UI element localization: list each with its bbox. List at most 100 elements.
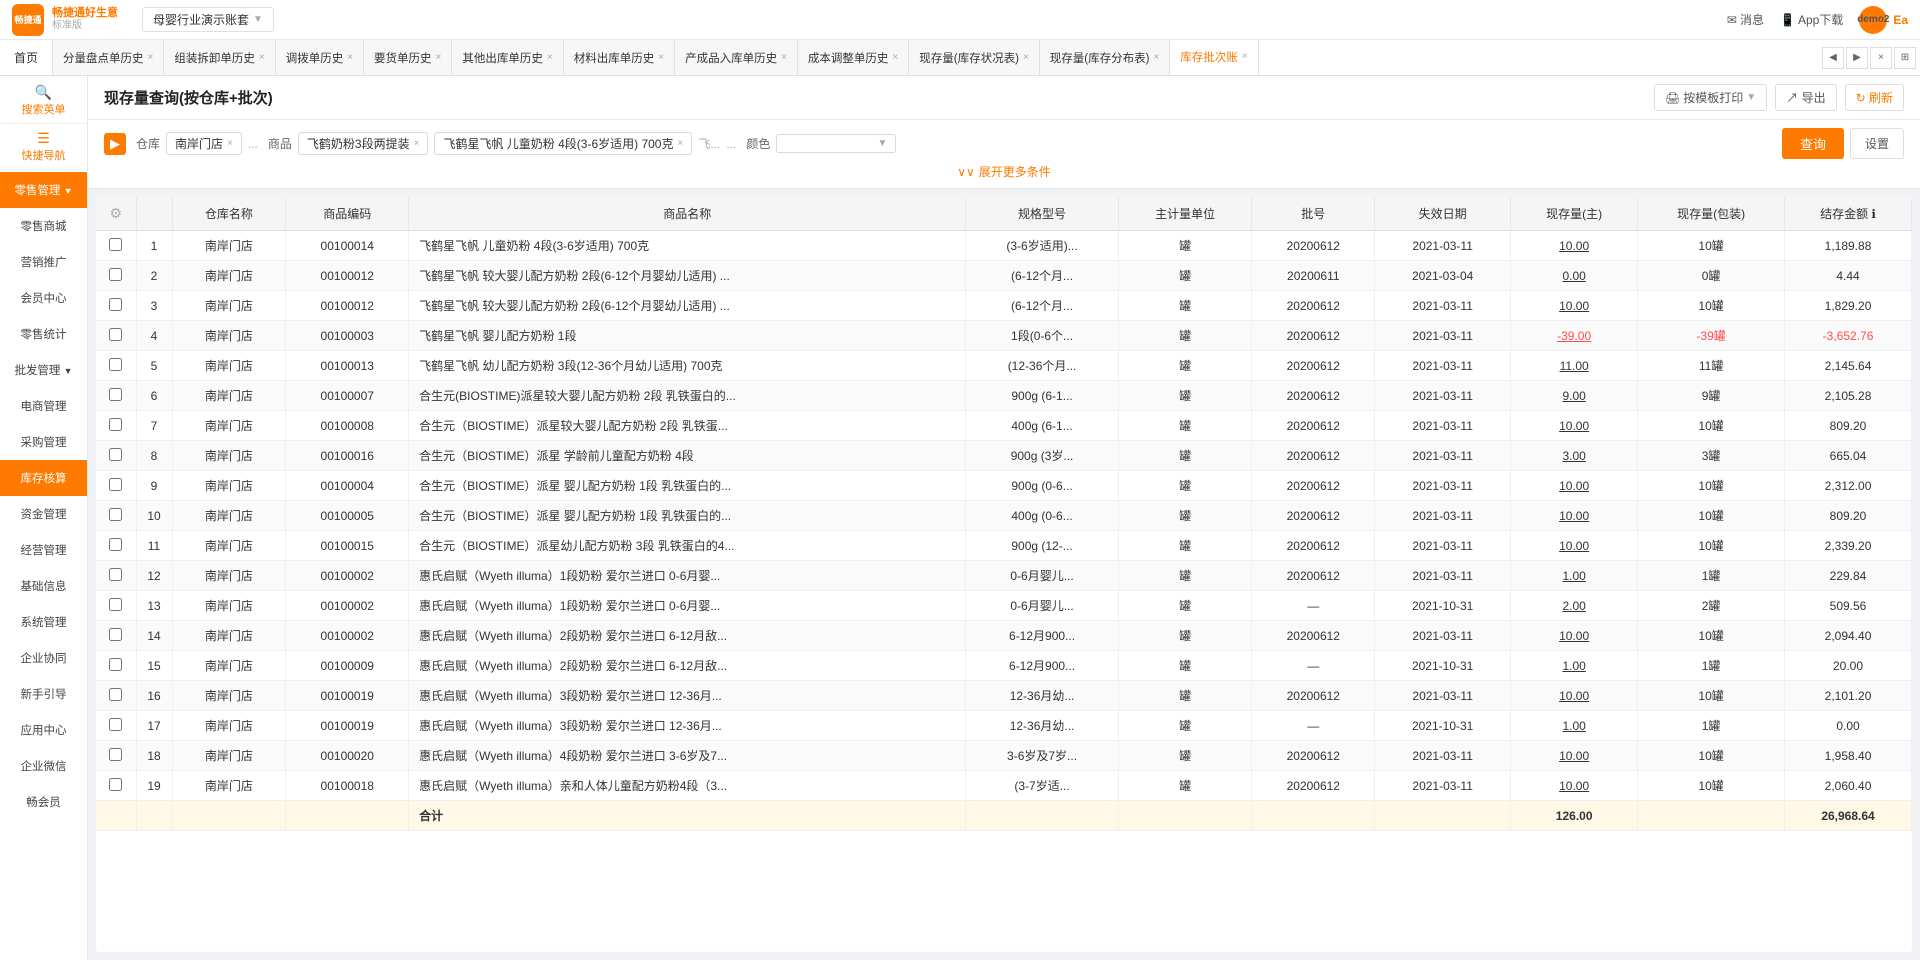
tab-home[interactable]: 首页 [0,40,53,76]
row-checkbox[interactable] [96,681,136,711]
sidebar-item-inventory[interactable]: 库存核算 [0,460,87,496]
tab-menu-btn[interactable]: ⊞ [1894,47,1916,69]
row-checkbox[interactable] [96,591,136,621]
row-checkbox[interactable] [96,741,136,771]
product-tag-1-close[interactable]: × [677,138,683,149]
row-checkbox[interactable] [96,321,136,351]
product-more[interactable]: 飞... [698,135,720,152]
sidebar-item-finance[interactable]: 资金管理 [0,496,87,532]
row-stock-main[interactable]: 1.00 [1511,711,1638,741]
tab-close-5[interactable]: × [658,52,664,63]
row-stock-main[interactable]: 10.00 [1511,621,1638,651]
set-button[interactable]: 设置 [1850,128,1904,159]
account-selector[interactable]: 母婴行业演示账套 ▼ [142,7,274,32]
row-checkbox[interactable] [96,531,136,561]
sidebar-item-system[interactable]: 系统管理 [0,604,87,640]
row-stock-main[interactable]: 10.00 [1511,411,1638,441]
row-checkbox[interactable] [96,771,136,801]
row-stock-main[interactable]: 10.00 [1511,501,1638,531]
tab-close-9[interactable]: × [1153,52,1159,63]
row-checkbox[interactable] [96,471,136,501]
sidebar-item-collab[interactable]: 企业协同 [0,640,87,676]
sidebar-item-member[interactable]: 会员中心 [0,280,87,316]
row-stock-main[interactable]: 3.00 [1511,441,1638,471]
expand-more-conditions[interactable]: ∨∨ 展开更多条件 [104,159,1904,180]
color-input[interactable]: ▼ [776,134,896,153]
row-stock-main[interactable]: 10.00 [1511,531,1638,561]
tab-close-3[interactable]: × [436,52,442,63]
row-stock-main[interactable]: 11.00 [1511,351,1638,381]
tab-next-btn[interactable]: ▶ [1846,47,1868,69]
sidebar-item-purchase[interactable]: 采购管理 [0,424,87,460]
sidebar-item-basic-info[interactable]: 基础信息 [0,568,87,604]
sidebar-item-vip[interactable]: 畅会员 [0,784,87,820]
product-tag-0-close[interactable]: × [414,138,420,149]
tab-item-7[interactable]: 成本调整单历史 × [798,40,909,76]
sidebar-quick-nav[interactable]: ☰ 快捷导航 [0,126,87,167]
tab-item-6[interactable]: 产成品入库单历史 × [675,40,798,76]
row-checkbox[interactable] [96,651,136,681]
row-stock-main[interactable]: 1.00 [1511,651,1638,681]
app-download-link[interactable]: 📱 App下载 [1780,11,1843,28]
row-stock-main[interactable]: 10.00 [1511,231,1638,261]
message-link[interactable]: ✉ 消息 [1727,11,1764,28]
row-stock-main[interactable]: 0.00 [1511,261,1638,291]
tab-item-0[interactable]: 分量盘点单历史 × [53,40,164,76]
warehouse-more[interactable]: ... [248,137,258,151]
sidebar-item-ops-mgmt[interactable]: 经营管理 [0,532,87,568]
row-checkbox[interactable] [96,231,136,261]
row-checkbox[interactable] [96,561,136,591]
row-checkbox[interactable] [96,621,136,651]
sidebar-item-ecommerce[interactable]: 电商管理 [0,388,87,424]
sidebar-search[interactable]: 🔍 搜索英单 [0,76,87,121]
tab-close-all-btn[interactable]: × [1870,47,1892,69]
sidebar-item-guide[interactable]: 新手引导 [0,676,87,712]
tab-item-3[interactable]: 要货单历史 × [364,40,452,76]
row-stock-main[interactable]: 2.00 [1511,591,1638,621]
tab-close-10[interactable]: × [1242,51,1248,62]
row-checkbox[interactable] [96,261,136,291]
tab-item-10[interactable]: 库存批次账 × [1170,40,1258,76]
query-button[interactable]: 查询 [1782,128,1844,159]
row-stock-main[interactable]: 10.00 [1511,471,1638,501]
filter-toggle-button[interactable]: ▶ [104,133,126,155]
sidebar-item-marketing[interactable]: 营销推广 [0,244,87,280]
tab-item-2[interactable]: 调拨单历史 × [276,40,364,76]
product-tag-0[interactable]: 飞鹤奶粉3段两提装 × [298,132,429,155]
sidebar-item-retail-mgmt[interactable]: 零售管理 ▼ [0,172,87,208]
row-checkbox[interactable] [96,501,136,531]
tab-item-8[interactable]: 现存量(库存状况表) × [909,40,1040,76]
row-stock-main[interactable]: 9.00 [1511,381,1638,411]
tab-item-5[interactable]: 材料出库单历史 × [564,40,675,76]
user-info[interactable]: demo2 Ea [1859,6,1908,34]
row-stock-main[interactable]: 10.00 [1511,681,1638,711]
print-button[interactable]: 🖨 按模板打印 ▼ [1654,84,1767,111]
tab-prev-btn[interactable]: ◀ [1822,47,1844,69]
tab-close-4[interactable]: × [547,52,553,63]
row-checkbox[interactable] [96,351,136,381]
col-settings[interactable]: ⚙ [96,197,136,231]
tab-close-1[interactable]: × [259,52,265,63]
sidebar-item-retail-mall[interactable]: 零售商城 [0,208,87,244]
tab-item-4[interactable]: 其他出库单历史 × [452,40,563,76]
refresh-button[interactable]: ↻ 刷新 [1845,84,1904,111]
row-stock-main[interactable]: 10.00 [1511,291,1638,321]
product-tag-1[interactable]: 飞鹤星飞帆 儿童奶粉 4段(3-6岁适用) 700克 × [434,132,692,155]
row-checkbox[interactable] [96,411,136,441]
row-checkbox[interactable] [96,381,136,411]
row-checkbox[interactable] [96,441,136,471]
sidebar-item-retail-stats[interactable]: 零售统计 [0,316,87,352]
tab-close-2[interactable]: × [347,52,353,63]
tab-close-6[interactable]: × [781,52,787,63]
export-button[interactable]: ↗ 导出 [1775,84,1836,111]
sidebar-item-app-center[interactable]: 应用中心 [0,712,87,748]
row-checkbox[interactable] [96,711,136,741]
row-checkbox[interactable] [96,291,136,321]
warehouse-tag-close[interactable]: × [227,138,233,149]
tab-close-8[interactable]: × [1023,52,1029,63]
tab-item-1[interactable]: 组装拆卸单历史 × [164,40,275,76]
tab-close-0[interactable]: × [148,52,154,63]
tab-close-7[interactable]: × [892,52,898,63]
tab-item-9[interactable]: 现存量(库存分布表) × [1040,40,1171,76]
sidebar-item-wechat[interactable]: 企业微信 [0,748,87,784]
